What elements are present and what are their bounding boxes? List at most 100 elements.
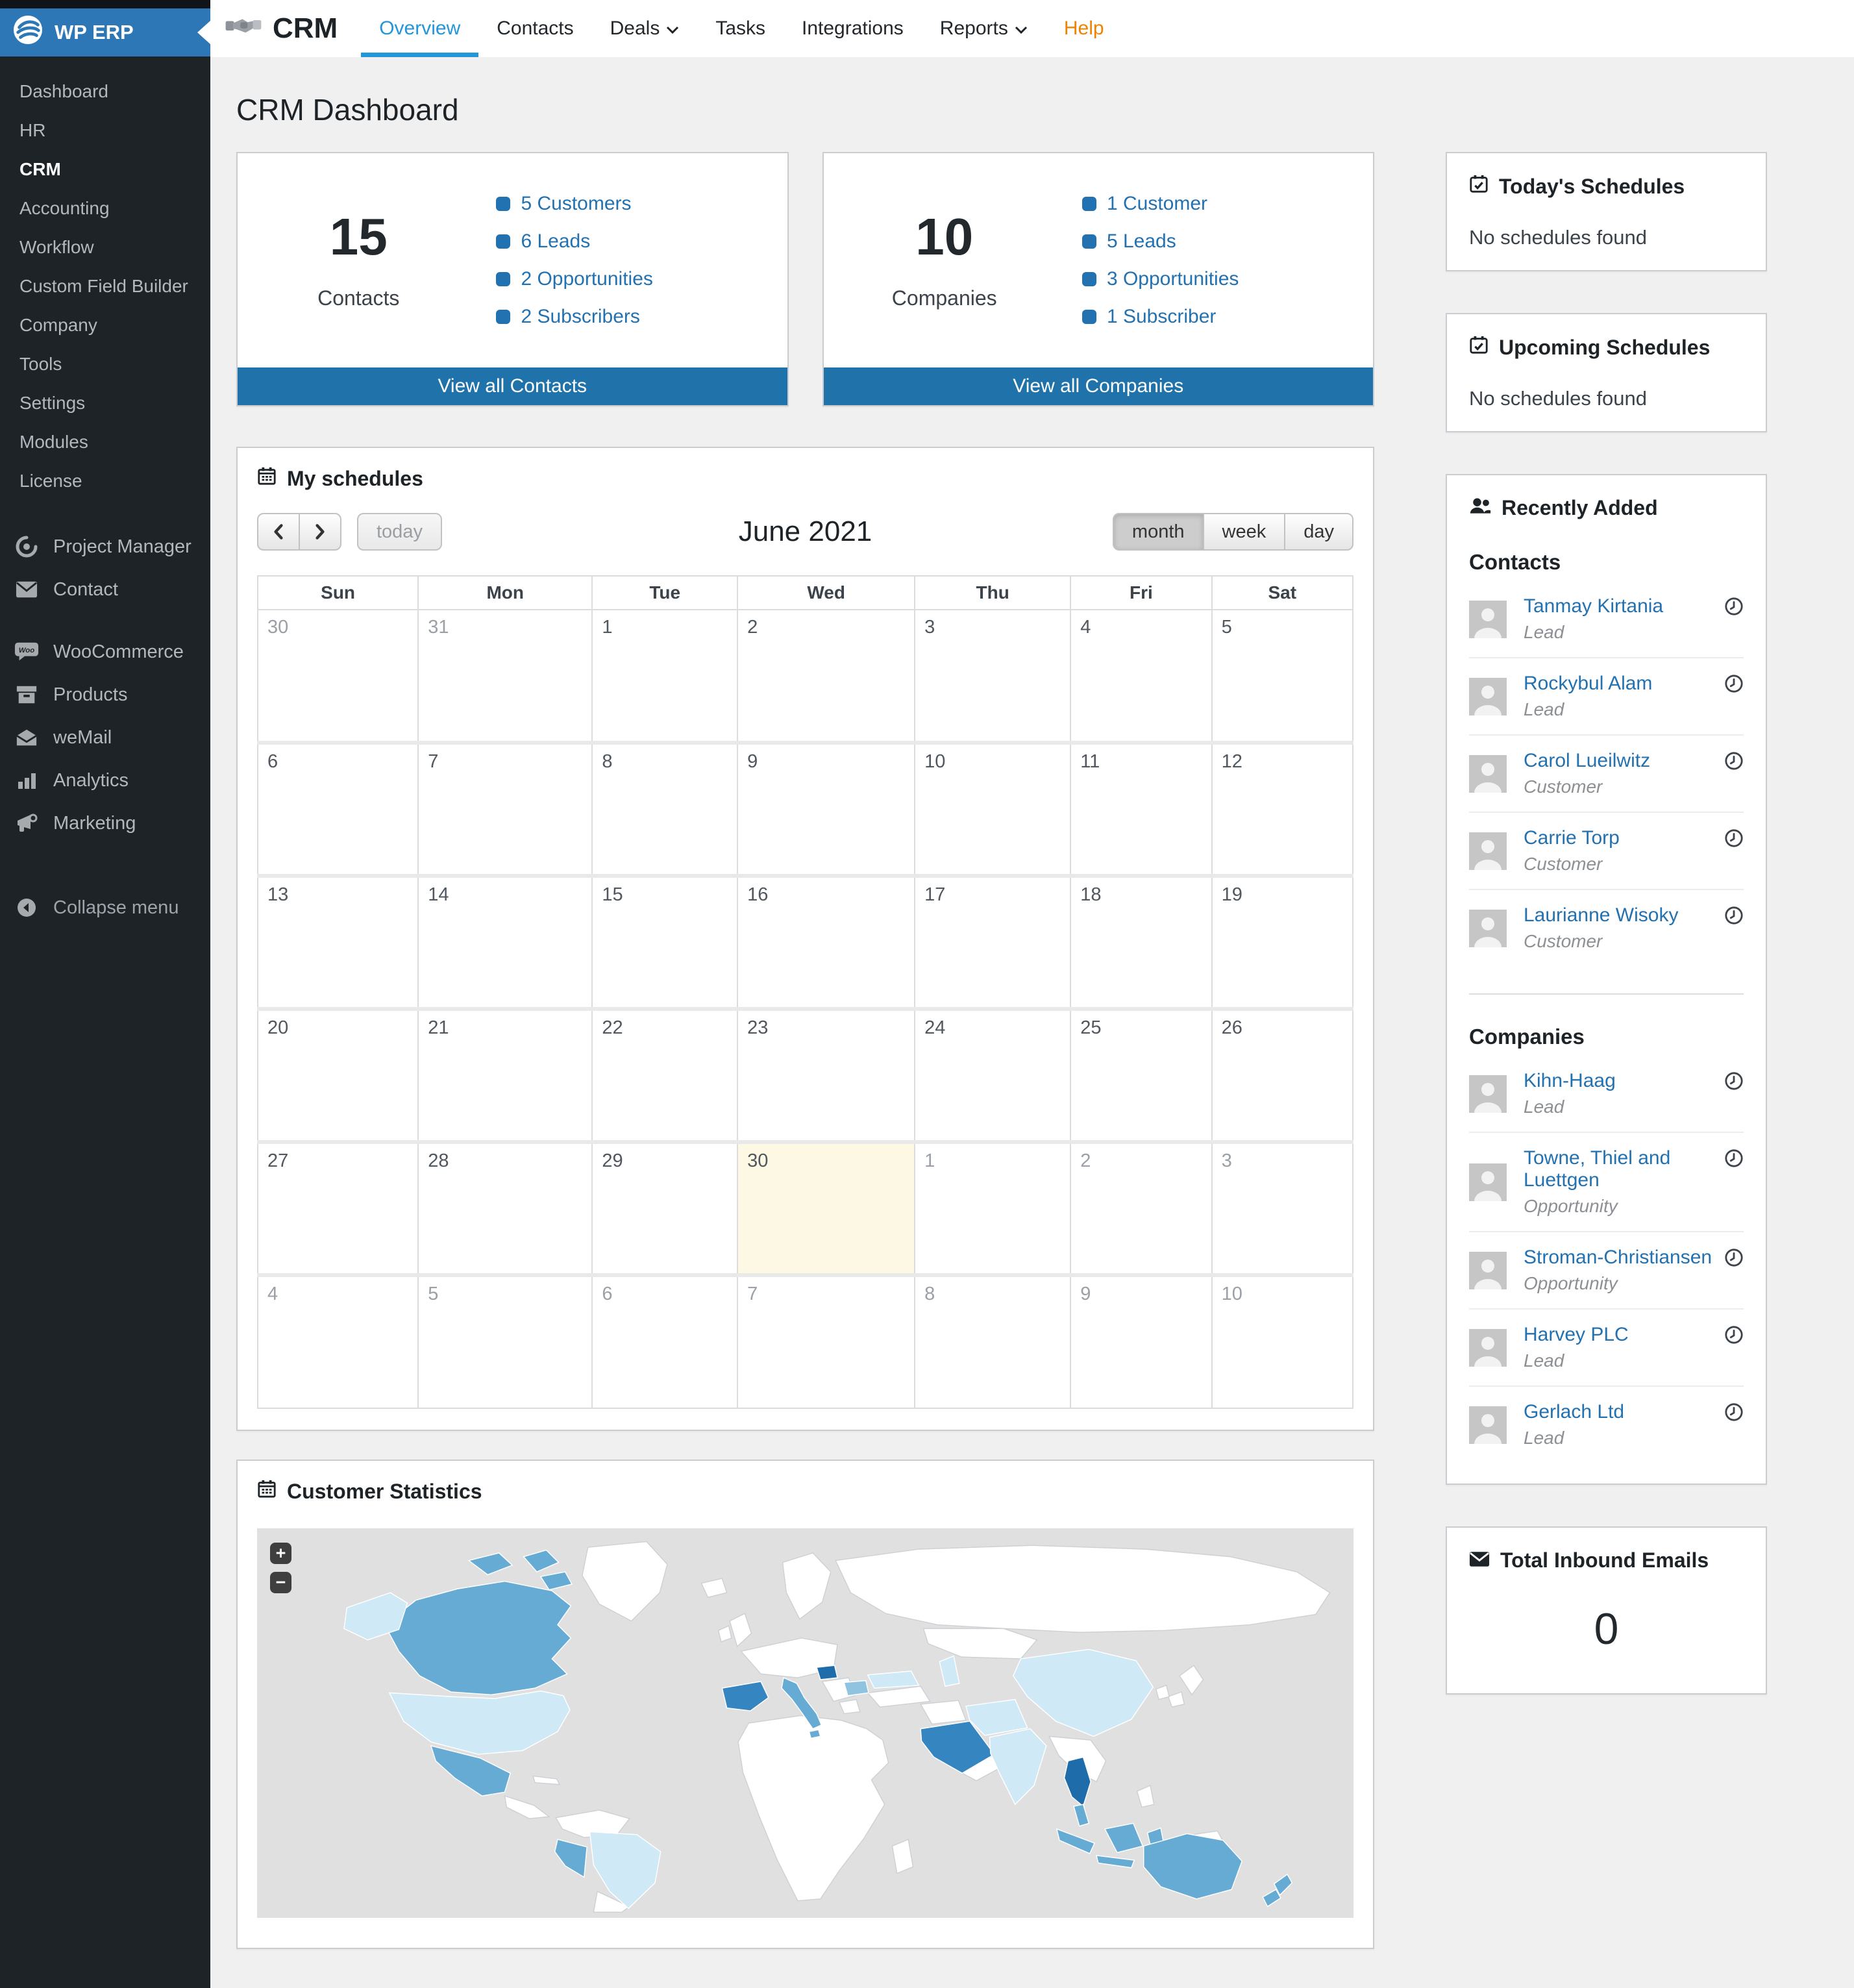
calendar-day-cell[interactable]: 14 <box>417 874 593 1010</box>
calendar-day-cell[interactable]: 9 <box>1070 1273 1213 1409</box>
calendar-day-cell[interactable]: 6 <box>591 1273 739 1409</box>
tab-contacts[interactable]: Contacts <box>478 0 591 57</box>
calendar-view-month-button[interactable]: month <box>1112 513 1204 551</box>
calendar-day-cell[interactable]: 23 <box>737 1007 916 1143</box>
tab-integrations[interactable]: Integrations <box>784 0 922 57</box>
calendar-view-week-button[interactable]: week <box>1202 513 1286 551</box>
view-all-companies-button[interactable]: View all Companies <box>823 367 1373 405</box>
sidebar-item-accounting[interactable]: Accounting <box>0 189 210 228</box>
calendar-today-button[interactable]: today <box>357 513 442 551</box>
calendar-day-cell[interactable]: 25 <box>1070 1007 1213 1143</box>
sidebar-item-crm[interactable]: CRM <box>0 150 210 189</box>
world-map[interactable] <box>257 1528 1353 1918</box>
contact-name-link[interactable]: Carrie Torp <box>1524 827 1620 849</box>
tab-reports[interactable]: Reports <box>922 0 1046 57</box>
calendar-today-cell[interactable]: 30 <box>737 1140 916 1276</box>
calendar-day-cell[interactable]: 6 <box>256 741 419 876</box>
tab-tasks[interactable]: Tasks <box>697 0 784 57</box>
calendar-day-cell[interactable]: 5 <box>1211 609 1354 743</box>
company-name-link[interactable]: Towne, Thiel and Luettgen <box>1524 1147 1724 1191</box>
calendar-day-cell[interactable]: 30 <box>256 609 419 743</box>
calendar-day-cell[interactable]: 20 <box>256 1007 419 1143</box>
calendar-day-cell[interactable]: 29 <box>591 1140 739 1276</box>
sidebar-item-company[interactable]: Company <box>0 306 210 345</box>
calendar-day-cell[interactable]: 5 <box>417 1273 593 1409</box>
calendar-day-cell[interactable]: 28 <box>417 1140 593 1276</box>
view-all-contacts-button[interactable]: View all Contacts <box>238 367 787 405</box>
calendar-day-cell[interactable]: 8 <box>591 741 739 876</box>
calendar-day-cell[interactable]: 22 <box>591 1007 739 1143</box>
calendar-day-cell[interactable]: 2 <box>737 609 916 743</box>
contact-name-link[interactable]: Rockybul Alam <box>1524 673 1652 695</box>
legend-subscriber-link[interactable]: 1 Subscriber <box>1082 306 1373 328</box>
contact-name-link[interactable]: Carol Lueilwitz <box>1524 750 1650 772</box>
legend-leads-link[interactable]: 6 Leads <box>496 230 787 253</box>
tab-help[interactable]: Help <box>1046 0 1122 57</box>
calendar-day-cell[interactable]: 10 <box>914 741 1072 876</box>
company-name-link[interactable]: Kihn-Haag <box>1524 1070 1616 1092</box>
calendar-day-cell[interactable]: 26 <box>1211 1007 1354 1143</box>
calendar-day-cell[interactable]: 21 <box>417 1007 593 1143</box>
tab-overview[interactable]: Overview <box>361 0 478 57</box>
calendar-day-cell[interactable]: 31 <box>417 609 593 743</box>
legend-opportunities-link[interactable]: 2 Opportunities <box>496 268 787 290</box>
sidebar-item-analytics[interactable]: Analytics <box>0 759 210 802</box>
company-name-link[interactable]: Gerlach Ltd <box>1524 1401 1624 1423</box>
calendar-day-cell[interactable]: 16 <box>737 874 916 1010</box>
sidebar-item-custom-field-builder[interactable]: Custom Field Builder <box>0 267 210 306</box>
map-zoom-out-button[interactable]: − <box>270 1572 291 1593</box>
legend-opportunities-link[interactable]: 3 Opportunities <box>1082 268 1373 290</box>
tab-deals[interactable]: Deals <box>592 0 698 57</box>
calendar-day-cell[interactable]: 1 <box>591 609 739 743</box>
calendar-day-cell[interactable]: 19 <box>1211 874 1354 1010</box>
calendar-day-cell[interactable]: 7 <box>417 741 593 876</box>
legend-leads-link[interactable]: 5 Leads <box>1082 230 1373 253</box>
company-name-link[interactable]: Stroman-Christiansen <box>1524 1247 1712 1269</box>
calendar-day-cell[interactable]: 24 <box>914 1007 1072 1143</box>
calendar-day-cell[interactable]: 18 <box>1070 874 1213 1010</box>
contact-name-link[interactable]: Tanmay Kirtania <box>1524 595 1663 617</box>
calendar-day-cell[interactable]: 3 <box>1211 1140 1354 1276</box>
sidebar-item-wemail[interactable]: weMail <box>0 716 210 759</box>
collapse-menu-button[interactable]: Collapse menu <box>0 886 210 929</box>
sidebar-item-contact[interactable]: Contact <box>0 568 210 611</box>
sidebar-item-modules[interactable]: Modules <box>0 423 210 462</box>
legend-customers-link[interactable]: 5 Customers <box>496 193 787 215</box>
calendar-day-cell[interactable]: 3 <box>914 609 1072 743</box>
calendar-day-cell[interactable]: 4 <box>1070 609 1213 743</box>
calendar-day-cell[interactable]: 27 <box>256 1140 419 1276</box>
sidebar-brand-wp-erp[interactable]: WP ERP <box>0 8 210 56</box>
sidebar-item-hr[interactable]: HR <box>0 111 210 150</box>
legend-subscribers-link[interactable]: 2 Subscribers <box>496 306 787 328</box>
contact-name-link[interactable]: Laurianne Wisoky <box>1524 904 1678 926</box>
crm-brand: CRM <box>225 0 338 57</box>
company-name-link[interactable]: Harvey PLC <box>1524 1324 1629 1346</box>
recent-contacts-list: Tanmay Kirtania Lead Rockybul Alam Lead Ca <box>1469 581 1744 966</box>
calendar-day-cell[interactable]: 10 <box>1211 1273 1354 1409</box>
calendar-day-cell[interactable]: 12 <box>1211 741 1354 876</box>
legend-customers-link[interactable]: 1 Customer <box>1082 193 1373 215</box>
calendar-day-cell[interactable]: 15 <box>591 874 739 1010</box>
calendar-day-cell[interactable]: 4 <box>256 1273 419 1409</box>
sidebar-item-settings[interactable]: Settings <box>0 384 210 423</box>
sidebar-item-license[interactable]: License <box>0 462 210 501</box>
calendar-view-day-button[interactable]: day <box>1284 513 1353 551</box>
calendar-day-cell[interactable]: 13 <box>256 874 419 1010</box>
calendar-day-cell[interactable]: 7 <box>737 1273 916 1409</box>
calendar-next-button[interactable] <box>299 513 341 551</box>
sidebar-item-products[interactable]: Products <box>0 673 210 716</box>
sidebar-item-woocommerce[interactable]: Woo WooCommerce <box>0 630 210 673</box>
calendar-day-cell[interactable]: 17 <box>914 874 1072 1010</box>
sidebar-item-project-manager[interactable]: Project Manager <box>0 525 210 568</box>
calendar-day-cell[interactable]: 2 <box>1070 1140 1213 1276</box>
calendar-day-cell[interactable]: 8 <box>914 1273 1072 1409</box>
calendar-day-cell[interactable]: 9 <box>737 741 916 876</box>
sidebar-item-dashboard[interactable]: Dashboard <box>0 72 210 111</box>
calendar-day-cell[interactable]: 11 <box>1070 741 1213 876</box>
calendar-prev-button[interactable] <box>257 513 300 551</box>
sidebar-item-marketing[interactable]: Marketing <box>0 802 210 845</box>
map-zoom-in-button[interactable]: + <box>270 1543 291 1564</box>
sidebar-item-tools[interactable]: Tools <box>0 345 210 384</box>
calendar-day-cell[interactable]: 1 <box>914 1140 1072 1276</box>
sidebar-item-workflow[interactable]: Workflow <box>0 228 210 267</box>
